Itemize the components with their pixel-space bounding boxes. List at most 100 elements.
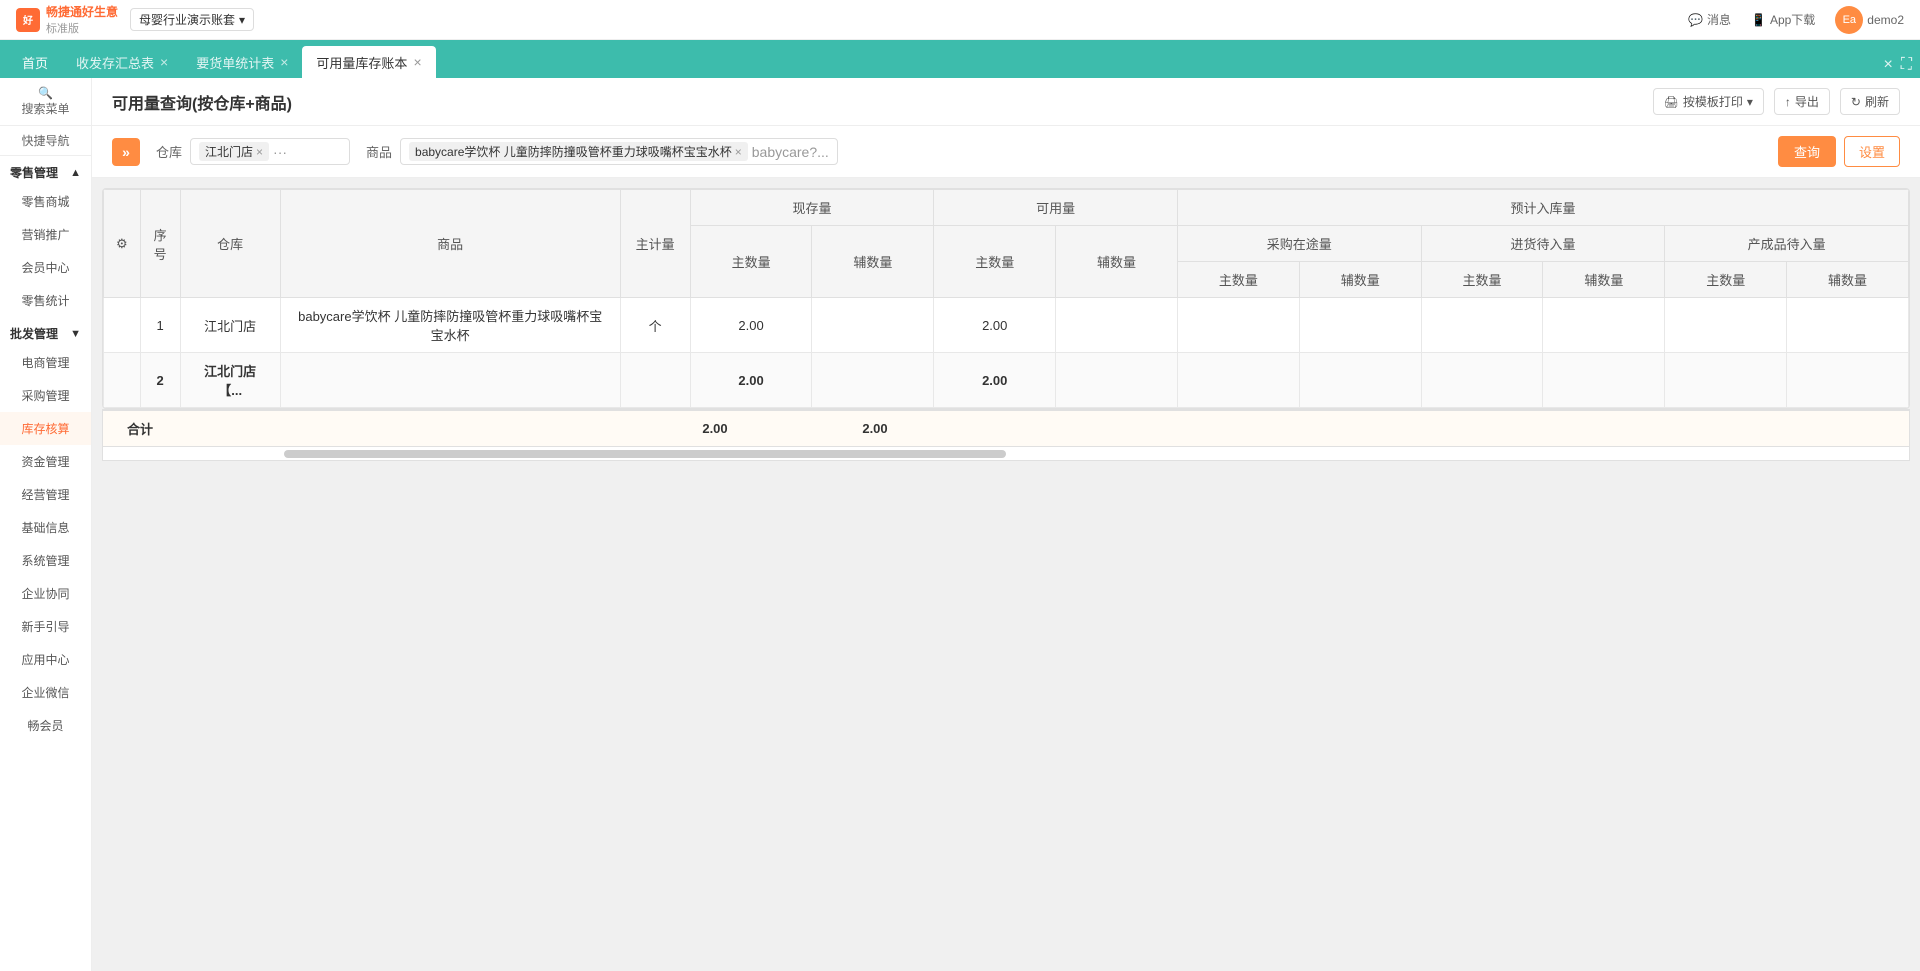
message-btn[interactable]: 💬 消息: [1688, 11, 1731, 28]
sidebar-item-guide-label: 新手引导: [21, 620, 69, 634]
app-download-btn[interactable]: 📱 App下载: [1751, 11, 1815, 28]
tab-inventory[interactable]: 可用量库存账本 ×: [302, 46, 435, 78]
tab-expand-btn[interactable]: ⛶: [1901, 56, 1912, 74]
sidebar-item-retail-stats[interactable]: 零售统计: [0, 284, 91, 317]
row-1-in-aux: [1543, 298, 1665, 353]
scroll-track[interactable]: [284, 450, 1006, 458]
nav-tabs: 首页 收发存汇总表 × 要货单统计表 × 可用量库存账本 × × ⛶: [0, 40, 1920, 78]
sidebar-item-members[interactable]: 会员中心: [0, 251, 91, 284]
filter-bar: » 仓库 江北门店 × ··· 商品 babycare学饮杯 儿童防摔防撞吸管杯…: [92, 126, 1920, 178]
sidebar-item-marketing[interactable]: 营销推广: [0, 218, 91, 251]
sidebar-item-inventory[interactable]: 库存核算: [0, 412, 91, 445]
tab-receipts-label: 收发存汇总表: [76, 53, 154, 72]
chevron-down-icon: ▾: [239, 13, 245, 27]
sidebar-item-retail-store[interactable]: 零售商城: [0, 185, 91, 218]
query-btn[interactable]: 查询: [1778, 136, 1836, 167]
warehouse-tags[interactable]: 江北门店 × ···: [190, 138, 350, 165]
message-icon: 💬: [1688, 13, 1703, 27]
settings-btn[interactable]: 设置: [1844, 136, 1900, 167]
logo: 好 畅捷通好生意 标准版: [16, 3, 118, 36]
sidebar-item-basics[interactable]: 基础信息: [0, 511, 91, 544]
row-2-pt-aux: [1299, 353, 1421, 408]
top-bar: 好 畅捷通好生意 标准版 母婴行业演示账套 ▾ 💬 消息 📱 App下载 Ea …: [0, 0, 1920, 40]
sidebar-search[interactable]: 🔍 搜索菜单: [0, 78, 91, 126]
refresh-icon: ↻: [1851, 95, 1861, 109]
logo-text: 畅捷通好生意: [46, 3, 118, 20]
scroll-area[interactable]: [102, 447, 1910, 461]
sidebar-item-enterprise[interactable]: 企业协同: [0, 577, 91, 610]
sidebar-item-inventory-label: 库存核算: [21, 422, 69, 436]
print-btn[interactable]: 🖨 按模板打印 ▾: [1653, 88, 1764, 115]
tab-close-all-btn[interactable]: ×: [1883, 56, 1892, 74]
sidebar-group-retail[interactable]: 零售管理 ▲: [0, 156, 91, 185]
print-label: 按模板打印: [1683, 93, 1743, 110]
expand-btn[interactable]: »: [112, 138, 140, 166]
table-row: 1 江北门店 babycare学饮杯 儿童防摔防撞吸管杯重力球吸嘴杯宝宝水杯 个…: [104, 298, 1909, 353]
export-icon: ↑: [1785, 95, 1791, 109]
sidebar-item-system[interactable]: 系统管理: [0, 544, 91, 577]
industry-select[interactable]: 母婴行业演示账套 ▾: [130, 8, 254, 31]
layout: 🔍 搜索菜单 快捷导航 零售管理 ▲ 零售商城 营销推广 会员中心 零售统计 批…: [0, 78, 1920, 971]
product-label: 商品: [366, 142, 392, 161]
row-1-product: babycare学饮杯 儿童防摔防撞吸管杯重力球吸嘴杯宝宝水杯: [280, 298, 620, 353]
footer-total-current-main: 2.00: [675, 421, 755, 436]
sidebar-item-ecommerce[interactable]: 电商管理: [0, 346, 91, 379]
product-more-dots[interactable]: babycare?...: [752, 144, 829, 160]
table-row: 2 江北门店【... 2.00 2.00: [104, 353, 1909, 408]
warehouse-label: 仓库: [156, 142, 182, 161]
th-unit: 主计量: [620, 190, 690, 298]
row-1-avail-main: 2.00: [934, 298, 1056, 353]
sidebar-item-operations[interactable]: 经营管理: [0, 478, 91, 511]
row-2-settings[interactable]: [104, 353, 141, 408]
row-2-current-aux: [812, 353, 934, 408]
product-tag-1-remove[interactable]: ×: [735, 145, 742, 159]
sidebar-item-appstore[interactable]: 应用中心: [0, 643, 91, 676]
sidebar-item-guide[interactable]: 新手引导: [0, 610, 91, 643]
sidebar-item-ecommerce-label: 电商管理: [21, 356, 69, 370]
row-1-in-main: [1421, 298, 1543, 353]
user-name: demo2: [1867, 13, 1904, 27]
user-area[interactable]: Ea demo2: [1835, 6, 1904, 34]
tab-inventory-close[interactable]: ×: [413, 54, 421, 70]
th-product: 商品: [280, 190, 620, 298]
warehouse-tag-remove[interactable]: ×: [256, 145, 263, 159]
main-content: 可用量查询(按仓库+商品) 🖨 按模板打印 ▾ ↑ 导出 ↻ 刷新 »: [92, 78, 1920, 971]
th-production-aux: 辅数量: [1787, 262, 1909, 298]
warehouse-more-dots[interactable]: ···: [273, 144, 287, 160]
sidebar-item-system-label: 系统管理: [21, 554, 69, 568]
row-2-pt-main: [1177, 353, 1299, 408]
tab-receipts[interactable]: 收发存汇总表 ×: [62, 46, 182, 78]
warehouse-tag-text: 江北门店: [205, 143, 253, 160]
sidebar-group-retail-label: 零售管理: [10, 164, 58, 181]
row-2-prod-aux: [1787, 353, 1909, 408]
th-settings[interactable]: ⚙: [104, 190, 141, 298]
refresh-btn[interactable]: ↻ 刷新: [1840, 88, 1900, 115]
sidebar-quick-nav[interactable]: 快捷导航: [0, 126, 91, 156]
sidebar-item-vip[interactable]: 畅会员: [0, 709, 91, 742]
export-btn[interactable]: ↑ 导出: [1774, 88, 1830, 115]
tab-orders-close[interactable]: ×: [280, 54, 288, 70]
product-filter-group: 商品 babycare学饮杯 儿童防摔防撞吸管杯重力球吸嘴杯宝宝水杯 × bab…: [366, 138, 838, 165]
product-tags[interactable]: babycare学饮杯 儿童防摔防撞吸管杯重力球吸嘴杯宝宝水杯 × babyca…: [400, 138, 838, 165]
row-1-settings[interactable]: [104, 298, 141, 353]
row-1-warehouse: 江北门店: [180, 298, 280, 353]
row-2-in-aux: [1543, 353, 1665, 408]
row-2-avail-main: 2.00: [934, 353, 1056, 408]
th-avail-aux: 辅数量: [1056, 226, 1178, 298]
nav-tab-actions: × ⛶: [1883, 56, 1912, 78]
sidebar-item-purchase[interactable]: 采购管理: [0, 379, 91, 412]
sidebar-group-wholesale[interactable]: 批发管理 ▼: [0, 317, 91, 346]
row-2-seq: 2: [140, 353, 180, 408]
row-2-in-main: [1421, 353, 1543, 408]
tab-home[interactable]: 首页: [8, 46, 62, 78]
sidebar-item-appstore-label: 应用中心: [21, 653, 69, 667]
product-tag-1: babycare学饮杯 儿童防摔防撞吸管杯重力球吸嘴杯宝宝水杯 ×: [409, 142, 748, 161]
tab-receipts-close[interactable]: ×: [160, 54, 168, 70]
tab-orders[interactable]: 要货单统计表 ×: [182, 46, 302, 78]
sidebar-item-wechat[interactable]: 企业微信: [0, 676, 91, 709]
tab-inventory-label: 可用量库存账本: [316, 53, 407, 72]
chevron-down-icon-print: ▾: [1747, 95, 1753, 109]
chevron-up-icon: ▲: [70, 167, 81, 179]
sidebar-item-finance[interactable]: 资金管理: [0, 445, 91, 478]
th-avail-main: 主数量: [934, 226, 1056, 298]
